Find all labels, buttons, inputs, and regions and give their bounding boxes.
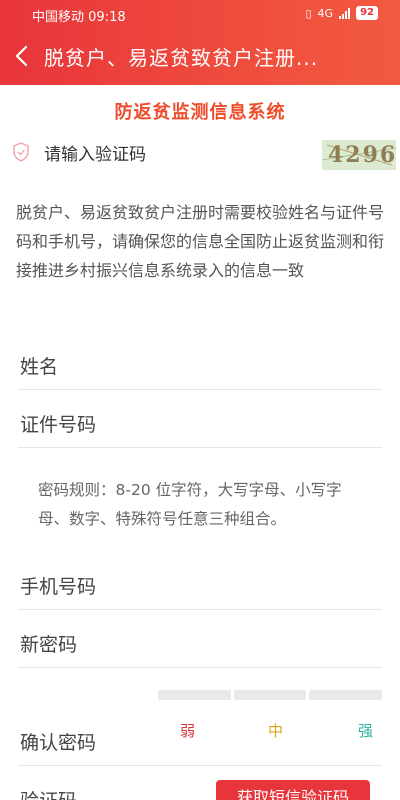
name-input[interactable] xyxy=(128,346,378,378)
confirm-password-label: 确认密码 xyxy=(20,732,97,754)
new-password-field[interactable]: 新密码 xyxy=(18,612,382,668)
strength-bar-strong xyxy=(309,690,383,700)
system-title: 防返贫监测信息系统 xyxy=(114,102,286,123)
nav-bar: 脱贫户、易返贫致贫户注册... xyxy=(0,30,400,82)
captcha-row: 4296 xyxy=(0,138,400,174)
new-password-input[interactable] xyxy=(128,624,378,656)
strength-bar-medium xyxy=(233,690,307,700)
name-field[interactable]: 姓名 xyxy=(18,334,382,390)
captcha-input[interactable] xyxy=(44,140,304,170)
id-number-input[interactable] xyxy=(128,404,378,436)
carrier-name: 中国移动 xyxy=(32,10,85,25)
network-type: 4G xyxy=(317,6,334,20)
captcha-code: 4296 xyxy=(328,142,396,168)
captcha-image[interactable]: 4296 xyxy=(322,140,396,170)
name-label: 姓名 xyxy=(20,356,59,378)
back-arrow-icon[interactable] xyxy=(12,44,32,68)
app-header: 中国移动 09:18 ▯ 4G 92 脱贫户、易返贫致贫户注册... xyxy=(0,0,400,85)
id-number-field[interactable]: 证件号码 xyxy=(18,392,382,448)
shield-check-icon xyxy=(13,142,29,162)
clock: 09:18 xyxy=(88,10,126,25)
notice-text: 脱贫户、易返贫致贫户注册时需要校验姓名与证件号码和手机号，请确保您的信息全国防止… xyxy=(16,203,385,280)
password-rule: 密码规则：8-20 位字符，大写字母、小写字母、数字、特殊符号任意三种组合。 xyxy=(38,481,342,528)
password-strength xyxy=(158,690,383,700)
phone-label: 手机号码 xyxy=(20,576,97,598)
page-title: 脱贫户、易返贫致贫户注册... xyxy=(44,46,319,70)
verify-code-label: 验证码 xyxy=(20,786,77,800)
get-sms-code-button[interactable]: 获取短信验证码 xyxy=(216,780,370,800)
strength-label-weak: 弱 xyxy=(180,722,196,740)
battery-icon: 92 xyxy=(356,6,378,20)
new-password-label: 新密码 xyxy=(20,634,78,656)
strength-label-strong: 强 xyxy=(358,722,374,740)
id-number-label: 证件号码 xyxy=(20,414,97,436)
strength-label-medium: 中 xyxy=(268,722,284,740)
signal-icon xyxy=(339,7,351,19)
phone-field[interactable]: 手机号码 xyxy=(18,554,382,610)
status-bar: 中国移动 09:18 ▯ 4G 92 xyxy=(0,0,400,28)
vibrate-icon: ▯ xyxy=(305,6,312,20)
strength-bar-weak xyxy=(158,690,231,700)
phone-input[interactable] xyxy=(128,566,378,598)
